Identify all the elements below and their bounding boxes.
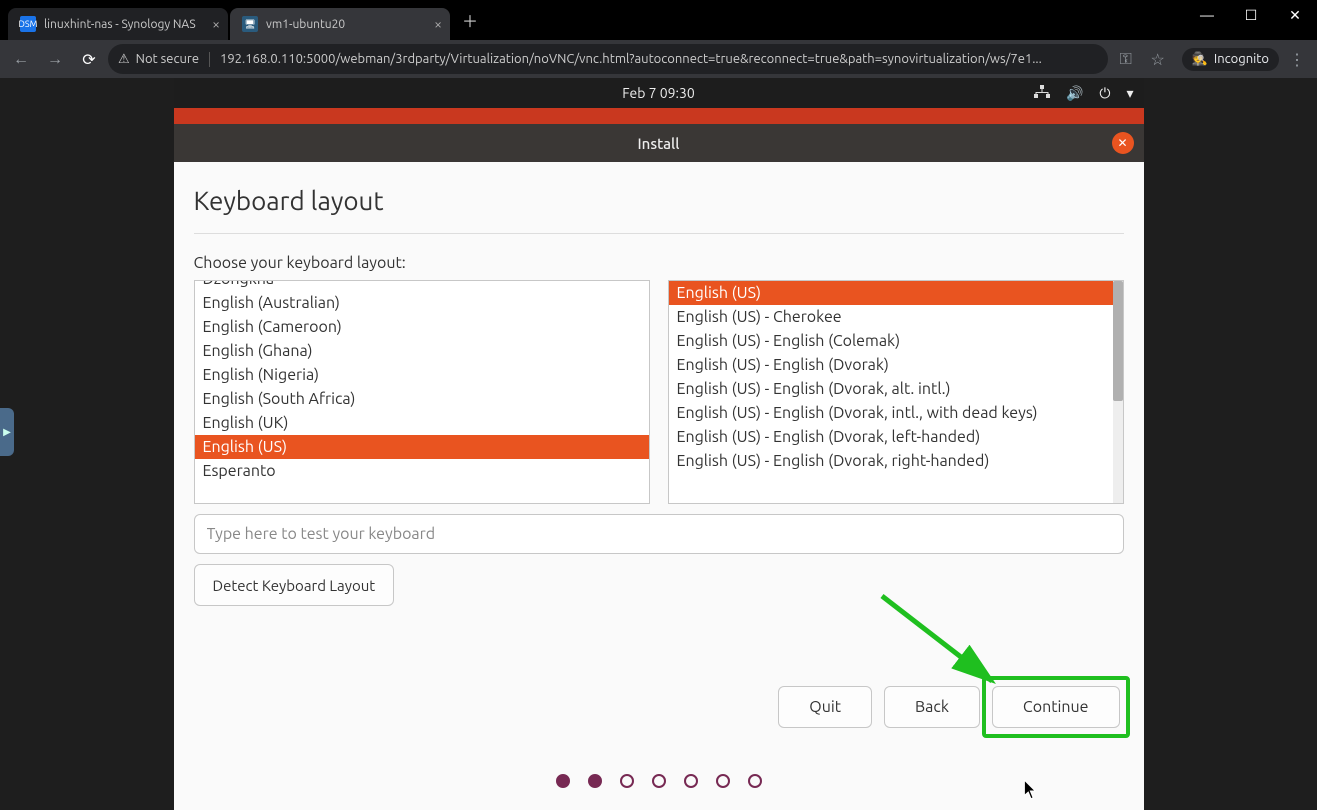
maximize-icon[interactable]: ☐ — [1229, 0, 1273, 30]
scrollbar[interactable] — [1113, 281, 1123, 503]
browser-titlebar: DSM linuxhint-nas - Synology NAS × 🖥 vm1… — [0, 0, 1317, 40]
close-icon[interactable]: × — [434, 16, 442, 32]
cursor-icon — [1024, 780, 1038, 800]
detect-keyboard-button[interactable]: Detect Keyboard Layout — [194, 564, 395, 606]
back-button[interactable]: Back — [884, 686, 980, 728]
star-icon[interactable]: ☆ — [1144, 45, 1172, 73]
progress-dot — [684, 774, 698, 788]
incognito-icon: 🕵 — [1192, 52, 1208, 67]
favicon-vnc: 🖥 — [242, 16, 258, 32]
progress-dot — [556, 774, 570, 788]
browser-toolbar: ← → ⟳ ⚠ Not secure 192.168.0.110:5000/we… — [0, 40, 1317, 78]
progress-dot — [588, 774, 602, 788]
menu-icon[interactable]: ⋮ — [1283, 45, 1311, 73]
list-item[interactable]: Dzongkha — [195, 280, 649, 291]
url-text: 192.168.0.110:5000/webman/3rdparty/Virtu… — [220, 52, 1042, 66]
system-tray[interactable]: 🔊 ⏻ ▾ — [1034, 85, 1134, 102]
close-icon[interactable]: ✕ — [1112, 132, 1134, 154]
tab-linuxhint[interactable]: DSM linuxhint-nas - Synology NAS × — [8, 8, 228, 40]
progress-dots — [174, 774, 1144, 788]
prompt-label: Choose your keyboard layout: — [194, 254, 1124, 272]
window-title: Install — [638, 135, 680, 152]
list-item[interactable]: English (Cameroon) — [195, 315, 649, 339]
vnc-viewport: Feb 7 09:30 🔊 ⏻ ▾ Install ✕ Keyboard lay… — [0, 78, 1317, 810]
incognito-chip[interactable]: 🕵 Incognito — [1182, 48, 1279, 71]
list-item[interactable]: English (US) - English (Dvorak) — [669, 353, 1123, 377]
favicon-dsm: DSM — [20, 16, 36, 32]
list-item[interactable]: English (US) - English (Dvorak, left-han… — [669, 425, 1123, 449]
power-icon[interactable]: ⏻ — [1099, 85, 1110, 102]
list-item[interactable]: English (Ghana) — [195, 339, 649, 363]
novnc-handle[interactable]: ▶ — [0, 408, 14, 456]
installer-accent-strip — [174, 108, 1144, 124]
security-chip[interactable]: ⚠ Not secure — [118, 52, 210, 67]
layout-variant-list[interactable]: English (US)English (US) - CherokeeEngli… — [668, 280, 1124, 504]
address-bar[interactable]: ⚠ Not secure 192.168.0.110:5000/webman/3… — [108, 44, 1108, 74]
continue-button[interactable]: Continue — [992, 686, 1120, 728]
forward-icon: → — [40, 44, 70, 74]
tab-title: vm1-ubuntu20 — [266, 18, 345, 31]
list-item[interactable]: English (US) - English (Dvorak, right-ha… — [669, 449, 1123, 473]
list-item[interactable]: English (US) - English (Dvorak, intl., w… — [669, 401, 1123, 425]
new-tab-button[interactable]: ＋ — [456, 6, 484, 34]
list-item[interactable]: English (US) - Cherokee — [669, 305, 1123, 329]
progress-dot — [716, 774, 730, 788]
quit-button[interactable]: Quit — [778, 686, 872, 728]
window-controls: — ☐ ✕ — [1185, 0, 1317, 30]
close-icon[interactable]: × — [212, 16, 220, 32]
ubuntu-desktop: Feb 7 09:30 🔊 ⏻ ▾ Install ✕ Keyboard lay… — [174, 78, 1144, 810]
list-item[interactable]: Esperanto — [195, 459, 649, 483]
progress-dot — [652, 774, 666, 788]
volume-icon[interactable]: 🔊 — [1066, 85, 1083, 102]
installer-body: Keyboard layout Choose your keyboard lay… — [174, 162, 1144, 810]
key-icon[interactable]: ⚿ — [1112, 45, 1140, 73]
list-item[interactable]: English (US) - English (Colemak) — [669, 329, 1123, 353]
list-item[interactable]: English (UK) — [195, 411, 649, 435]
minimize-icon[interactable]: — — [1185, 0, 1229, 30]
list-item[interactable]: English (Nigeria) — [195, 363, 649, 387]
list-item[interactable]: English (Australian) — [195, 291, 649, 315]
clock[interactable]: Feb 7 09:30 — [622, 85, 695, 101]
network-icon[interactable] — [1034, 85, 1050, 102]
incognito-label: Incognito — [1214, 52, 1269, 66]
chevron-down-icon[interactable]: ▾ — [1126, 85, 1133, 102]
list-item[interactable]: English (US) — [669, 281, 1123, 305]
list-item[interactable]: English (US) - English (Dvorak, alt. int… — [669, 377, 1123, 401]
security-label: Not secure — [136, 52, 199, 66]
back-icon[interactable]: ← — [6, 44, 36, 74]
list-item[interactable]: English (US) — [195, 435, 649, 459]
installer-titlebar[interactable]: Install ✕ — [174, 124, 1144, 162]
scroll-thumb[interactable] — [1113, 281, 1123, 401]
close-window-icon[interactable]: ✕ — [1273, 0, 1317, 30]
progress-dot — [620, 774, 634, 788]
tab-title: linuxhint-nas - Synology NAS — [44, 18, 196, 31]
warning-icon: ⚠ — [118, 52, 130, 67]
layout-language-list[interactable]: DzongkhaEnglish (Australian)English (Cam… — [194, 280, 650, 504]
keyboard-test-input[interactable] — [194, 514, 1124, 554]
page-title: Keyboard layout — [194, 186, 1124, 215]
divider — [194, 233, 1124, 234]
list-item[interactable]: English (South Africa) — [195, 387, 649, 411]
tab-vm1[interactable]: 🖥 vm1-ubuntu20 × — [230, 8, 450, 40]
reload-icon[interactable]: ⟳ — [74, 44, 104, 74]
gnome-top-bar[interactable]: Feb 7 09:30 🔊 ⏻ ▾ — [174, 78, 1144, 108]
progress-dot — [748, 774, 762, 788]
